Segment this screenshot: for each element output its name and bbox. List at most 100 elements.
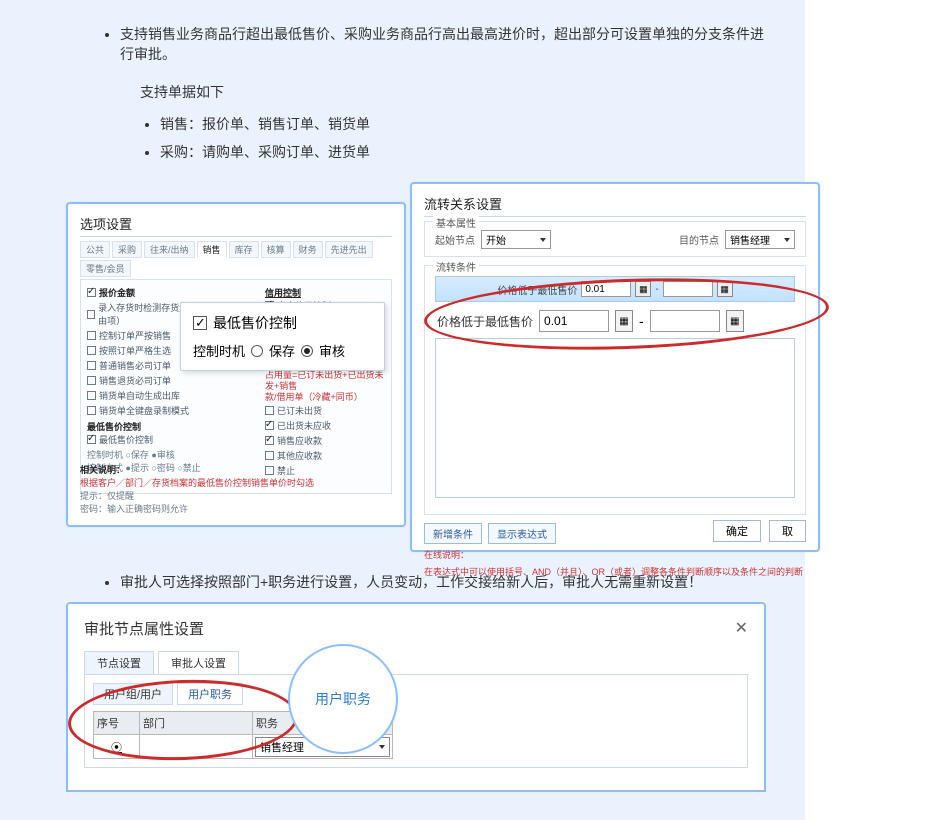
tooltip-opt-save: 保存 <box>269 341 295 360</box>
checkbox-icon[interactable] <box>265 406 274 415</box>
options-tabs: 公共 采购 往来/出纳 销售 库存 核算 财务 先进先出 零售/会员 <box>80 241 392 277</box>
options-panel-title: 选项设置 <box>80 214 392 237</box>
tab-4[interactable]: 库存 <box>229 241 259 258</box>
spin-icon[interactable]: ▦ <box>615 310 633 332</box>
related-title: 相关说明： <box>80 463 392 476</box>
legend-basic: 基本属性 <box>433 215 479 230</box>
col-dept: 部门 <box>140 712 252 734</box>
related-line3: 密码：输入正确密码则允许 <box>80 502 392 515</box>
tab-approver-settings[interactable]: 审批人设置 <box>158 651 239 674</box>
row-handle-icon[interactable]: ⦿ <box>94 734 140 758</box>
cond-main-input1[interactable] <box>539 310 609 332</box>
col-seq: 序号 <box>94 712 140 734</box>
checkbox-icon[interactable] <box>193 316 207 330</box>
close-icon[interactable]: ✕ <box>735 618 748 638</box>
section-b-title: 最低售价控制 <box>87 420 259 433</box>
screenshot-group-1: 选项设置 公共 采购 往来/出纳 销售 库存 核算 财务 先进先出 零售/会员 … <box>40 182 765 552</box>
radio-audit[interactable] <box>301 345 313 357</box>
opt-check-6: 销货单全键盘录制模式 <box>99 404 189 417</box>
checkbox-icon[interactable] <box>87 288 96 297</box>
lowprice-enable: 最低售价控制 <box>99 433 153 446</box>
cond-main-sep: - <box>639 313 644 329</box>
approval-node-panel: 审批节点属性设置 ✕ 节点设置 审批人设置 用户组/用户 用户职务 序号部门 ⦿ <box>66 602 766 792</box>
opt-check-4: 销售退货必司订单 <box>99 374 171 387</box>
cond-strip-label: 价格低于最低售价 <box>497 282 577 297</box>
tab-2[interactable]: 往来/出纳 <box>144 241 195 258</box>
credit-m4: 其他应收款 <box>277 449 322 462</box>
condition-main-row: 价格低于最低售价 ▦ - ▦ <box>435 310 795 332</box>
checkbox-icon[interactable] <box>87 310 95 319</box>
credit-title: 信用控制 <box>265 286 385 299</box>
checkbox-icon[interactable] <box>265 451 274 460</box>
credit-m3: 销售应收款 <box>277 434 322 447</box>
related-line1: 根据客户／部门／存货档案的最低售价控制销售单价时勾选 <box>80 476 392 489</box>
dept-cell[interactable] <box>140 734 252 758</box>
tab-8[interactable]: 零售/会员 <box>80 260 131 277</box>
checkbox-icon[interactable] <box>87 391 96 400</box>
opt-check-1: 控制订单严按销售 <box>99 329 171 342</box>
opt-check-2: 按照订单严格生选 <box>99 344 171 357</box>
tooltip-opt-audit: 审核 <box>319 341 345 360</box>
cond-strip-input2[interactable] <box>663 281 713 297</box>
chevron-down-icon <box>540 238 546 242</box>
opt-check-3: 普通销售必司订单 <box>99 359 171 372</box>
feature-bullet-1: 支持销售业务商品行超出最低售价、采购业务商品行高出最高进价时，超出部分可设置单独… <box>120 24 765 64</box>
opt-check-5: 销货单自动生成出库 <box>99 389 180 402</box>
tab-5[interactable]: 核算 <box>261 241 291 258</box>
spin-icon[interactable]: ▦ <box>726 310 744 332</box>
flow-panel: 流转关系设置 基本属性 起始节点 开始 目的节点 销售经理 流转条件 价 <box>410 182 820 552</box>
spin-icon[interactable]: ▦ <box>635 281 651 297</box>
tab-6[interactable]: 财务 <box>293 241 323 258</box>
add-condition-button[interactable]: 新增条件 <box>424 523 482 544</box>
lowprice-time: 控制时机 ○保存 ●审核 <box>87 448 259 461</box>
checkbox-icon[interactable] <box>87 346 96 355</box>
ok-button[interactable]: 确定 <box>713 520 761 542</box>
warn-line: 在表达式中可以使用括号、AND（并且）、OR（或者）调整各条件判断顺序以及条件之… <box>424 565 806 578</box>
legend-cond: 流转条件 <box>433 259 479 274</box>
tab-node-settings[interactable]: 节点设置 <box>84 651 154 674</box>
condition-header-strip: 价格低于最低售价 ▦ - ▦ <box>435 276 795 302</box>
tab-1[interactable]: 采购 <box>112 241 142 258</box>
spin-icon[interactable]: ▦ <box>717 281 733 297</box>
cond-main-input2[interactable] <box>650 310 720 332</box>
support-title: 支持单据如下 <box>40 82 765 102</box>
flow-panel-title: 流转关系设置 <box>424 194 806 217</box>
subtab-userposition[interactable]: 用户职务 <box>177 683 243 705</box>
credit-m2: 已出货未应收 <box>277 419 331 432</box>
end-label: 目的节点 <box>679 232 719 247</box>
tab-3[interactable]: 销售 <box>197 241 227 258</box>
cond-main-label: 价格低于最低售价 <box>437 313 533 330</box>
credit-money-red2: 款/借用单（冷藏+同币） <box>265 392 385 403</box>
lowprice-tooltip: 最低售价控制 控制时机 保存 审核 <box>180 302 385 371</box>
end-node-dropdown[interactable]: 销售经理 <box>725 230 795 249</box>
cancel-button[interactable]: 取 <box>769 520 806 542</box>
callout-bubble: 用户职务 <box>288 644 398 754</box>
condition-body-area <box>435 338 795 498</box>
subtab-usergroup[interactable]: 用户组/用户 <box>93 683 173 705</box>
related-line2: 提示：仅提醒 <box>80 489 392 502</box>
start-node-dropdown[interactable]: 开始 <box>481 230 551 249</box>
section-a-title: 报价金额 <box>99 286 135 299</box>
checkbox-icon[interactable] <box>87 376 96 385</box>
show-expression-button[interactable]: 显示表达式 <box>488 523 556 544</box>
checkbox-icon[interactable] <box>87 331 96 340</box>
tab-7[interactable]: 先进先出 <box>325 241 373 258</box>
approval-panel-title: 审批节点属性设置 <box>84 618 748 639</box>
chevron-down-icon <box>379 745 385 749</box>
checkbox-icon[interactable] <box>87 361 96 370</box>
chevron-down-icon <box>784 238 790 242</box>
support-item-1: 采购：请购单、采购订单、进货单 <box>160 142 765 162</box>
checkbox-icon[interactable] <box>265 436 274 445</box>
checkbox-icon[interactable] <box>87 435 96 444</box>
warn-title: 在线说明： <box>424 548 806 561</box>
tooltip-title: 最低售价控制 <box>213 313 297 333</box>
credit-money-red1: 占用量=已订未出货+已出货未发+销售 <box>265 370 385 392</box>
credit-m1: 已订未出货 <box>277 404 322 417</box>
tab-0[interactable]: 公共 <box>80 241 110 258</box>
related-notes: 相关说明： 根据客户／部门／存货档案的最低售价控制销售单价时勾选 提示：仅提醒 … <box>80 463 392 515</box>
cond-strip-input1[interactable] <box>581 281 631 297</box>
radio-save[interactable] <box>251 345 263 357</box>
tooltip-row-label: 控制时机 <box>193 341 245 360</box>
checkbox-icon[interactable] <box>265 421 274 430</box>
checkbox-icon[interactable] <box>87 406 96 415</box>
